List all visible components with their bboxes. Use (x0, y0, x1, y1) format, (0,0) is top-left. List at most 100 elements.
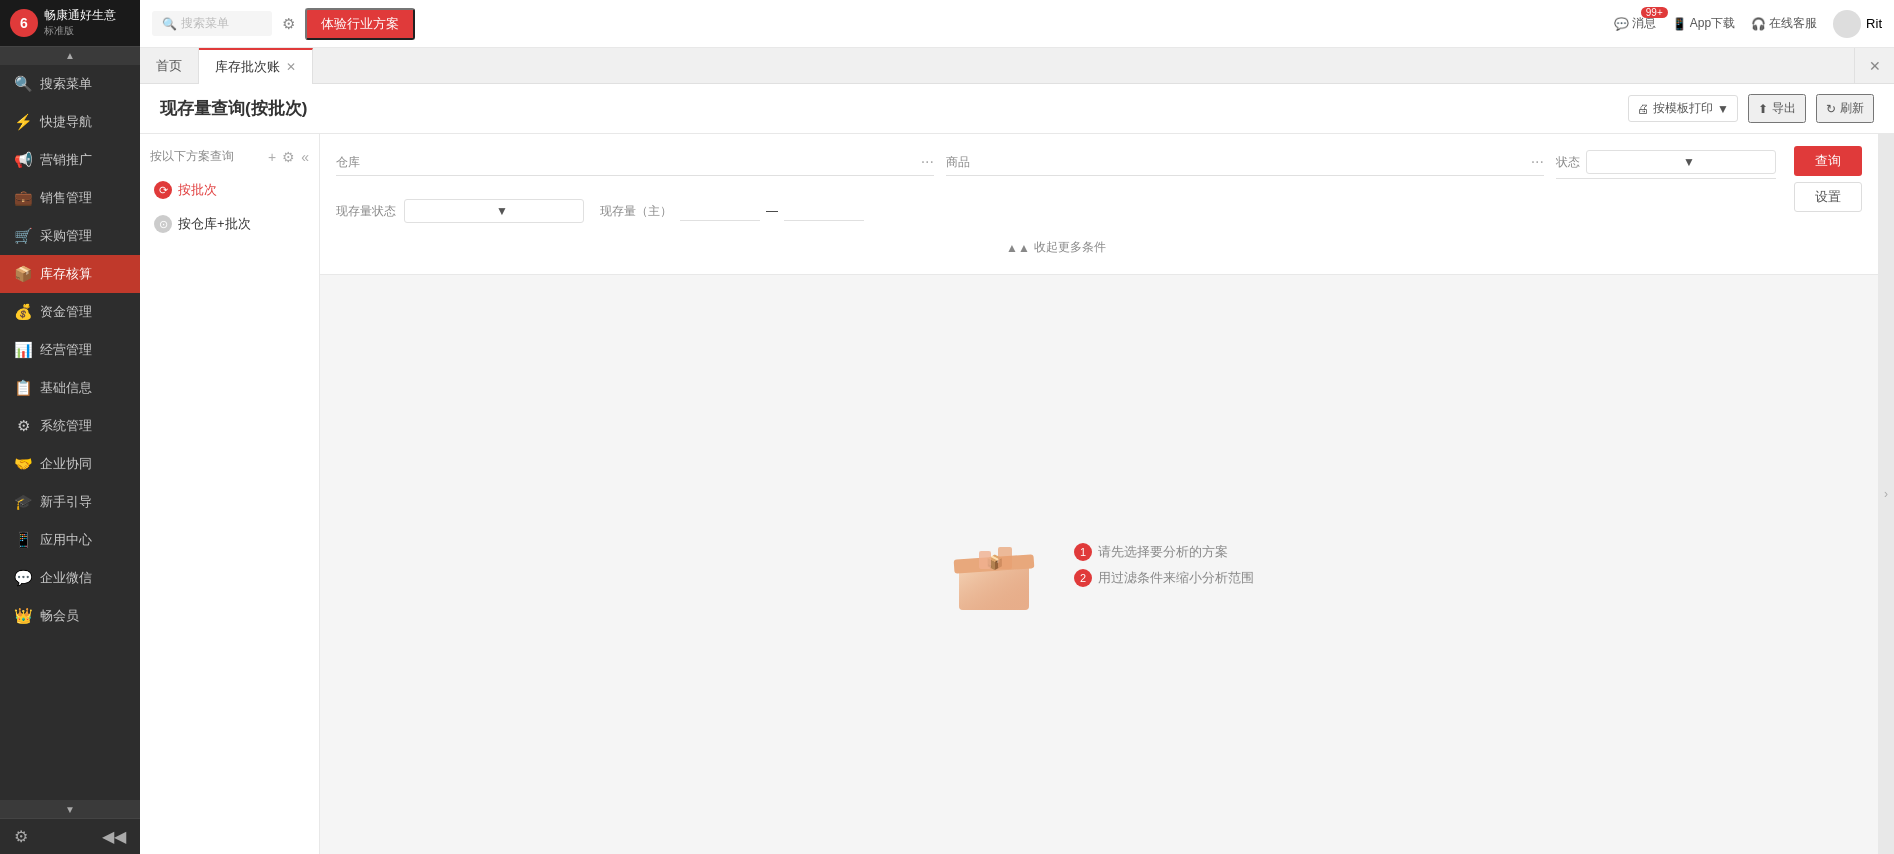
topbar: 🔍 搜索菜单 ⚙ 体验行业方案 💬 消息 99+ 📱 App下载 🎧 在线客服 … (140, 0, 1894, 48)
tip-2-num: 2 (1074, 569, 1092, 587)
tab-home-label: 首页 (156, 57, 182, 75)
empty-tips: 1 请先选择要分析的方案 2 用过滤条件来缩小分析范围 (1074, 543, 1254, 587)
inventory-status-select[interactable]: ▼ (404, 199, 584, 223)
status-label: 状态 (1556, 154, 1580, 171)
sidebar-item-system[interactable]: ⚙ 系统管理 (0, 407, 140, 445)
system-icon: ⚙ (14, 417, 32, 435)
collapse-panel-icon[interactable]: « (301, 149, 309, 165)
template-print-label: 按模板打印 (1653, 100, 1713, 117)
inventory-qty-filter: 现存量（主） — (600, 202, 864, 221)
management-icon: 📊 (14, 341, 32, 359)
dropdown-arrow-icon: ▼ (1717, 102, 1729, 116)
company-name: 畅康通好生意 (44, 8, 116, 24)
filter-actions: 查询 设置 (1794, 146, 1862, 212)
refresh-button[interactable]: ↻ 刷新 (1816, 94, 1874, 123)
tab-batch-ledger[interactable]: 库存批次账 ✕ (199, 48, 313, 84)
printer-icon: 🖨 (1637, 102, 1649, 116)
refresh-label: 刷新 (1840, 100, 1864, 117)
sidebar-item-label: 营销推广 (40, 151, 92, 169)
collapse-filters-button[interactable]: ▲▲ 收起更多条件 (336, 233, 1776, 262)
sidebar-item-management[interactable]: 📊 经营管理 (0, 331, 140, 369)
sidebar-item-marketing[interactable]: 📢 营销推广 (0, 141, 140, 179)
right-panel-toggle[interactable]: › (1878, 134, 1894, 854)
guide-icon: 🎓 (14, 493, 32, 511)
product-label: 商品 (946, 154, 970, 171)
sidebar-item-finance[interactable]: 💰 资金管理 (0, 293, 140, 331)
sidebar-bottom: ⚙ ◀◀ (0, 818, 140, 854)
plan-item-warehouse-batch[interactable]: ⊙ 按仓库+批次 (140, 207, 319, 241)
sidebar-item-purchase[interactable]: 🛒 采购管理 (0, 217, 140, 255)
sidebar-item-sales[interactable]: 💼 销售管理 (0, 179, 140, 217)
sidebar-item-apps[interactable]: 📱 应用中心 (0, 521, 140, 559)
sidebar-scroll-down[interactable]: ▼ (0, 800, 140, 818)
sidebar-item-shortcuts[interactable]: ⚡ 快捷导航 (0, 103, 140, 141)
panel-header: 按以下方案查询 + ⚙ « (140, 144, 319, 173)
purchase-icon: 🛒 (14, 227, 32, 245)
sidebar-item-guide[interactable]: 🎓 新手引导 (0, 483, 140, 521)
panel-header-label: 按以下方案查询 (150, 148, 234, 165)
plan-batch-icon: ⟳ (154, 181, 172, 199)
warehouse-filter: 仓库 ··· (336, 149, 934, 176)
tip-1-num: 1 (1074, 543, 1092, 561)
sidebar-item-label: 企业协同 (40, 455, 92, 473)
messages-badge: 99+ (1641, 7, 1668, 18)
warehouse-dots[interactable]: ··· (921, 153, 934, 171)
sidebar-item-collab[interactable]: 🤝 企业协同 (0, 445, 140, 483)
sidebar-header: 6 畅康通好生意 标准版 (0, 0, 140, 47)
svg-rect-4 (979, 551, 991, 569)
topbar-gear-icon[interactable]: ⚙ (282, 15, 295, 33)
settings-bottom-icon[interactable]: ⚙ (14, 827, 28, 846)
sidebar-scroll-up[interactable]: ▲ (0, 47, 140, 65)
marketing-icon: 📢 (14, 151, 32, 169)
settings-plan-icon[interactable]: ⚙ (282, 149, 295, 165)
inventory-qty-label: 现存量（主） (600, 203, 672, 220)
product-dots[interactable]: ··· (1531, 153, 1544, 171)
inventory-min-input[interactable] (680, 202, 760, 221)
sidebar-item-label: 销售管理 (40, 189, 92, 207)
sidebar-item-inventory[interactable]: 📦 库存核算 (0, 255, 140, 293)
inventory-max-input[interactable] (784, 202, 864, 221)
sidebar-item-vip[interactable]: 👑 畅会员 (0, 597, 140, 635)
sidebar-item-label: 库存核算 (40, 265, 92, 283)
sales-icon: 💼 (14, 189, 32, 207)
user-menu[interactable]: Rit (1833, 10, 1882, 38)
sidebar-item-search[interactable]: 🔍 搜索菜单 (0, 65, 140, 103)
sidebar-item-wechat[interactable]: 💬 企业微信 (0, 559, 140, 597)
tab-close-icon[interactable]: ✕ (286, 60, 296, 74)
page-header: 现存量查询(按批次) 🖨 按模板打印 ▼ ⬆ 导出 ↻ 刷新 (140, 84, 1894, 134)
online-service-button[interactable]: 🎧 在线客服 (1751, 15, 1817, 32)
tab-batch-ledger-label: 库存批次账 (215, 58, 280, 76)
status-select[interactable]: ▼ (1586, 150, 1776, 174)
app-download-button[interactable]: 📱 App下载 (1672, 15, 1735, 32)
right-panel: 仓库 ··· 商品 ··· (320, 134, 1878, 854)
sidebar-item-label: 资金管理 (40, 303, 92, 321)
app-info: 畅康通好生意 标准版 (44, 8, 116, 38)
inventory-icon: 📦 (14, 265, 32, 283)
wechat-icon: 💬 (14, 569, 32, 587)
finance-icon: 💰 (14, 303, 32, 321)
basics-icon: 📋 (14, 379, 32, 397)
sidebar-item-label: 基础信息 (40, 379, 92, 397)
product-input[interactable] (976, 155, 1525, 169)
main-area: 🔍 搜索菜单 ⚙ 体验行业方案 💬 消息 99+ 📱 App下载 🎧 在线客服 … (140, 0, 1894, 854)
status-filter: 状态 ▼ (1556, 146, 1776, 179)
search-menu-bar[interactable]: 🔍 搜索菜单 (152, 11, 272, 36)
warehouse-input[interactable] (366, 155, 915, 169)
query-button[interactable]: 查询 (1794, 146, 1862, 176)
tabbar-close-all-button[interactable]: ✕ (1854, 48, 1894, 84)
plan-warehouse-batch-label: 按仓库+批次 (178, 215, 251, 233)
tab-home[interactable]: 首页 (140, 48, 199, 84)
tip-item-1: 1 请先选择要分析的方案 (1074, 543, 1254, 561)
online-service-label: 在线客服 (1769, 15, 1817, 32)
messages-button[interactable]: 💬 消息 99+ (1614, 15, 1656, 32)
trial-button[interactable]: 体验行业方案 (305, 8, 415, 40)
template-print-button[interactable]: 🖨 按模板打印 ▼ (1628, 95, 1738, 122)
plan-item-batch[interactable]: ⟳ 按批次 (140, 173, 319, 207)
export-button[interactable]: ⬆ 导出 (1748, 94, 1806, 123)
sidebar-item-basics[interactable]: 📋 基础信息 (0, 369, 140, 407)
headset-icon: 🎧 (1751, 17, 1766, 31)
settings-button[interactable]: 设置 (1794, 182, 1862, 212)
apps-icon: 📱 (14, 531, 32, 549)
add-plan-icon[interactable]: + (268, 149, 276, 165)
collapse-sidebar-icon[interactable]: ◀◀ (102, 827, 126, 846)
